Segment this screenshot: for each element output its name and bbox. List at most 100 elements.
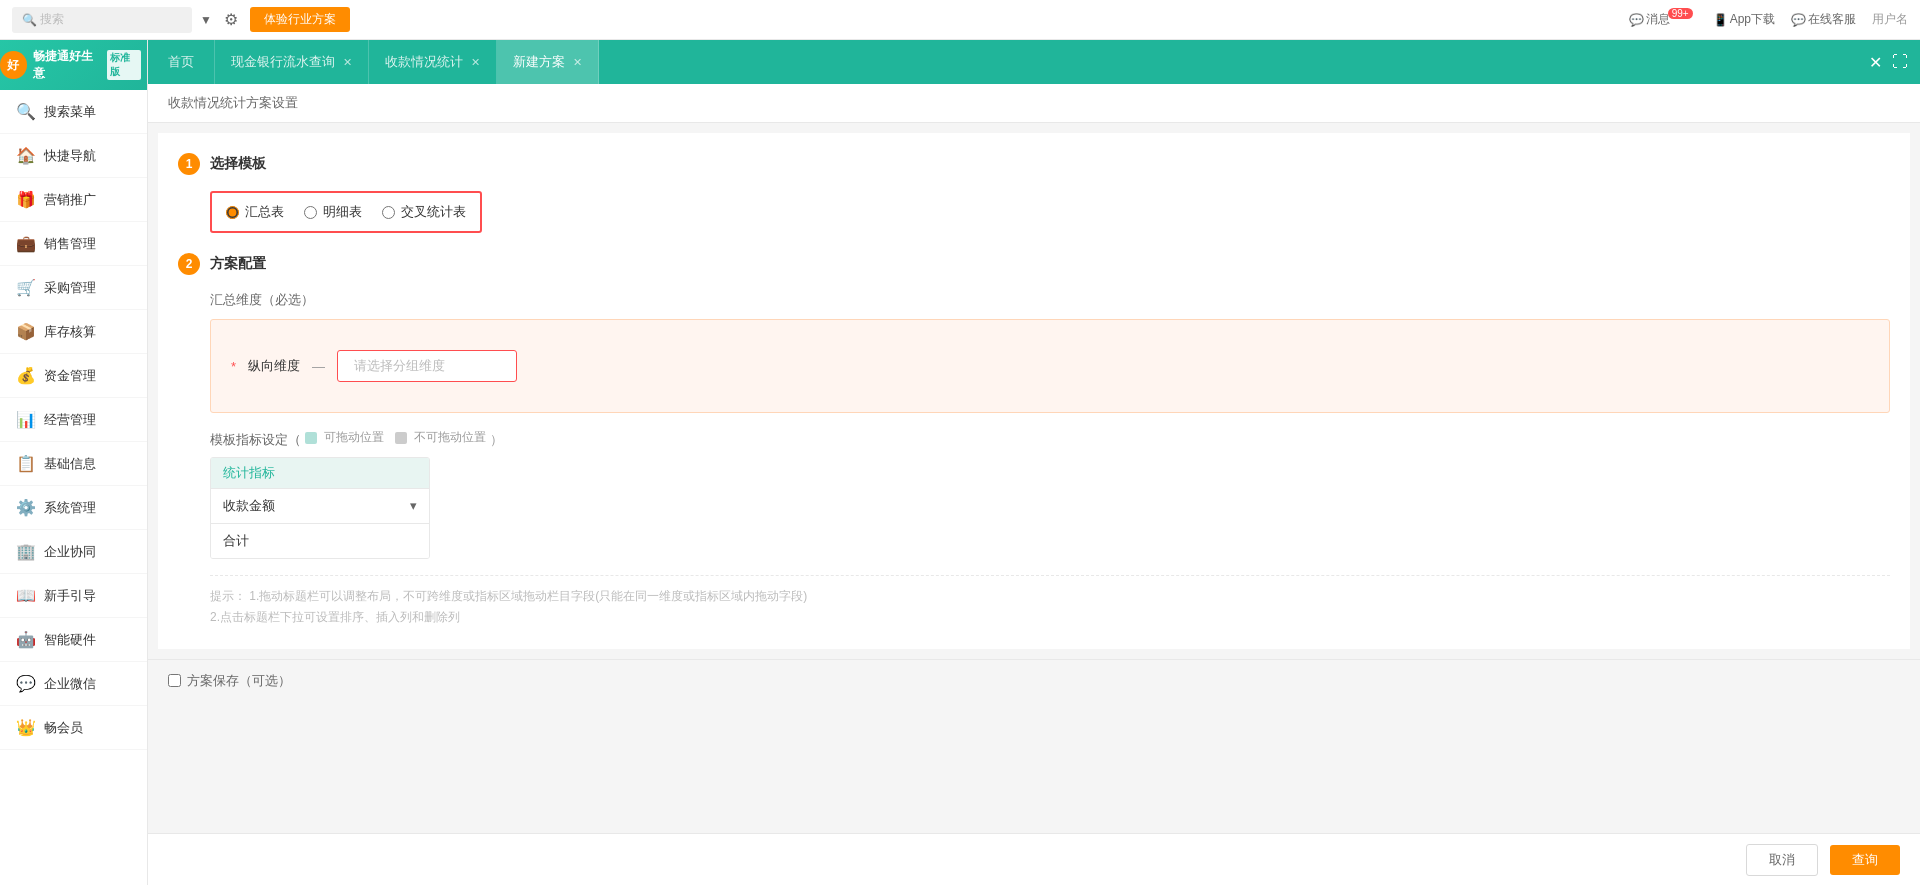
collab-icon: 🏢 [16, 542, 36, 561]
sidebar-label-basics: 基础信息 [44, 455, 96, 473]
tab-collection[interactable]: 收款情况统计 ✕ [369, 40, 497, 84]
radio-summary[interactable]: 汇总表 [226, 203, 284, 221]
tab-new-plan[interactable]: 新建方案 ✕ [497, 40, 599, 84]
radio-summary-input[interactable] [226, 206, 239, 219]
dimension-arrow: — [312, 359, 325, 374]
sidebar-item-member[interactable]: 👑 畅会员 [0, 706, 147, 750]
tab-bar: 首页 现金银行流水查询 ✕ 收款情况统计 ✕ 新建方案 ✕ ✕ ⛶ [148, 40, 1920, 84]
tab-home[interactable]: 首页 [148, 40, 215, 84]
gear-icon[interactable]: ⚙ [224, 10, 238, 29]
online-service[interactable]: 💬 在线客服 [1791, 11, 1856, 28]
sidebar-item-guide[interactable]: 📖 新手引导 [0, 574, 147, 618]
sidebar-label-collab: 企业协同 [44, 543, 96, 561]
sidebar-item-system[interactable]: ⚙️ 系统管理 [0, 486, 147, 530]
sidebar-label-hardware: 智能硬件 [44, 631, 96, 649]
step1-title: 选择模板 [210, 155, 266, 173]
sidebar-item-hardware[interactable]: 🤖 智能硬件 [0, 618, 147, 662]
save-plan-label: 方案保存（可选） [187, 672, 291, 690]
sidebar-item-marketing[interactable]: 🎁 营销推广 [0, 178, 147, 222]
metrics-row-0-label: 收款金额 [223, 497, 275, 515]
top-bar-right: 💬 消息99+ 📱 App下载 💬 在线客服 用户名 [1629, 11, 1908, 28]
radio-cross[interactable]: 交叉统计表 [382, 203, 466, 221]
industry-btn[interactable]: 体验行业方案 [250, 7, 350, 32]
tab-close-all-icon[interactable]: ✕ [1869, 53, 1882, 72]
radio-cross-input[interactable] [382, 206, 395, 219]
home-icon: 🏠 [16, 146, 36, 165]
user-name[interactable]: 用户名 [1872, 11, 1908, 28]
radio-summary-label: 汇总表 [245, 203, 284, 221]
sidebar-label-system: 系统管理 [44, 499, 96, 517]
sidebar-item-sales[interactable]: 💼 销售管理 [0, 222, 147, 266]
sales-icon: 💼 [16, 234, 36, 253]
metrics-title-text: 模板指标设定（ [210, 432, 301, 447]
sidebar-item-basics[interactable]: 📋 基础信息 [0, 442, 147, 486]
dimension-placeholder[interactable]: 请选择分组维度 [337, 350, 517, 382]
tab-maximize-icon[interactable]: ⛶ [1892, 53, 1908, 71]
sidebar-item-nav[interactable]: 🏠 快捷导航 [0, 134, 147, 178]
sidebar-item-purchase[interactable]: 🛒 采购管理 [0, 266, 147, 310]
sidebar-label-search: 搜索菜单 [44, 103, 96, 121]
step2-badge: 2 [178, 253, 200, 275]
dimension-section-title: 汇总维度（必选） [210, 291, 1890, 309]
sidebar-logo: 好 畅捷通好生意 标准版 [0, 40, 147, 90]
online-service-label: 在线客服 [1808, 11, 1856, 28]
hint-text-2: 2.点击标题栏下拉可设置排序、插入列和删除列 [210, 607, 1890, 629]
metrics-row-0[interactable]: 收款金额 ▾ [211, 488, 429, 523]
save-plan-checkbox-label[interactable]: 方案保存（可选） [168, 672, 1900, 690]
logo-text: 畅捷通好生意 [33, 48, 101, 82]
notifications-label: 消息 [1646, 11, 1670, 28]
app-download-label: App下载 [1730, 11, 1775, 28]
wechat-icon: 💬 [16, 674, 36, 693]
sidebar-item-finance[interactable]: 💰 资金管理 [0, 354, 147, 398]
metrics-table-header: 统计指标 [211, 458, 429, 488]
page-content: 收款情况统计方案设置 1 选择模板 汇总表 [148, 84, 1920, 833]
sidebar: 好 畅捷通好生意 标准版 🔍 搜索菜单 🏠 快捷导航 🎁 营销推广 💼 销售管理… [0, 40, 148, 885]
search-box[interactable]: 🔍 搜索 [12, 7, 192, 33]
radio-cross-label: 交叉统计表 [401, 203, 466, 221]
sidebar-item-operations[interactable]: 📊 经营管理 [0, 398, 147, 442]
metrics-row-0-dropdown[interactable]: ▾ [410, 498, 417, 513]
section-card: 1 选择模板 汇总表 明细表 [158, 133, 1910, 649]
sidebar-item-inventory[interactable]: 📦 库存核算 [0, 310, 147, 354]
step2-section: 2 方案配置 汇总维度（必选） * 纵向维度 — [178, 253, 1890, 629]
sidebar-item-collab[interactable]: 🏢 企业协同 [0, 530, 147, 574]
radio-detail-input[interactable] [304, 206, 317, 219]
sidebar-item-search[interactable]: 🔍 搜索菜单 [0, 90, 147, 134]
breadcrumb: 收款情况统计方案设置 [168, 95, 298, 110]
search-icon: 🔍 [22, 13, 37, 27]
top-bar: 🔍 搜索 ▼ ⚙ 体验行业方案 💬 消息99+ 📱 App下载 💬 在线客服 用… [0, 0, 1920, 40]
notifications[interactable]: 💬 消息99+ [1629, 11, 1697, 28]
sidebar-label-member: 畅会员 [44, 719, 83, 737]
step1-badge: 1 [178, 153, 200, 175]
tab-cashflow-close[interactable]: ✕ [343, 56, 352, 69]
app-download[interactable]: 📱 App下载 [1713, 11, 1775, 28]
save-plan-checkbox[interactable] [168, 674, 181, 687]
sidebar-label-nav: 快捷导航 [44, 147, 96, 165]
search-placeholder: 搜索 [40, 11, 64, 28]
action-bar: 取消 查询 [148, 833, 1920, 885]
logo-icon: 好 [0, 51, 27, 79]
tab-cashflow[interactable]: 现金银行流水查询 ✕ [215, 40, 369, 84]
sidebar-item-wechat[interactable]: 💬 企业微信 [0, 662, 147, 706]
step2-header: 2 方案配置 [178, 253, 1890, 275]
sidebar-label-finance: 资金管理 [44, 367, 96, 385]
cancel-button[interactable]: 取消 [1746, 844, 1818, 876]
gift-icon: 🎁 [16, 190, 36, 209]
template-select-group: 汇总表 明细表 交叉统计表 [210, 191, 482, 233]
system-icon: ⚙️ [16, 498, 36, 517]
tab-bar-right: ✕ ⛶ [1869, 53, 1920, 72]
radio-detail[interactable]: 明细表 [304, 203, 362, 221]
tab-collection-close[interactable]: ✕ [471, 56, 480, 69]
sidebar-label-wechat: 企业微信 [44, 675, 96, 693]
dropdown-arrow[interactable]: ▼ [200, 13, 212, 27]
purchase-icon: 🛒 [16, 278, 36, 297]
hint-text-1: 提示： 1.拖动标题栏可以调整布局，不可跨维度或指标区域拖动栏目字段(只能在同一… [210, 586, 1890, 608]
query-button[interactable]: 查询 [1830, 845, 1900, 875]
tab-new-plan-close[interactable]: ✕ [573, 56, 582, 69]
sidebar-label-guide: 新手引导 [44, 587, 96, 605]
nodrag-legend-label: 不可拖动位置 [414, 429, 486, 446]
guide-icon: 📖 [16, 586, 36, 605]
notifications-badge: 99+ [1668, 8, 1693, 19]
metrics-row-1: 合计 [211, 523, 429, 558]
radio-detail-label: 明细表 [323, 203, 362, 221]
